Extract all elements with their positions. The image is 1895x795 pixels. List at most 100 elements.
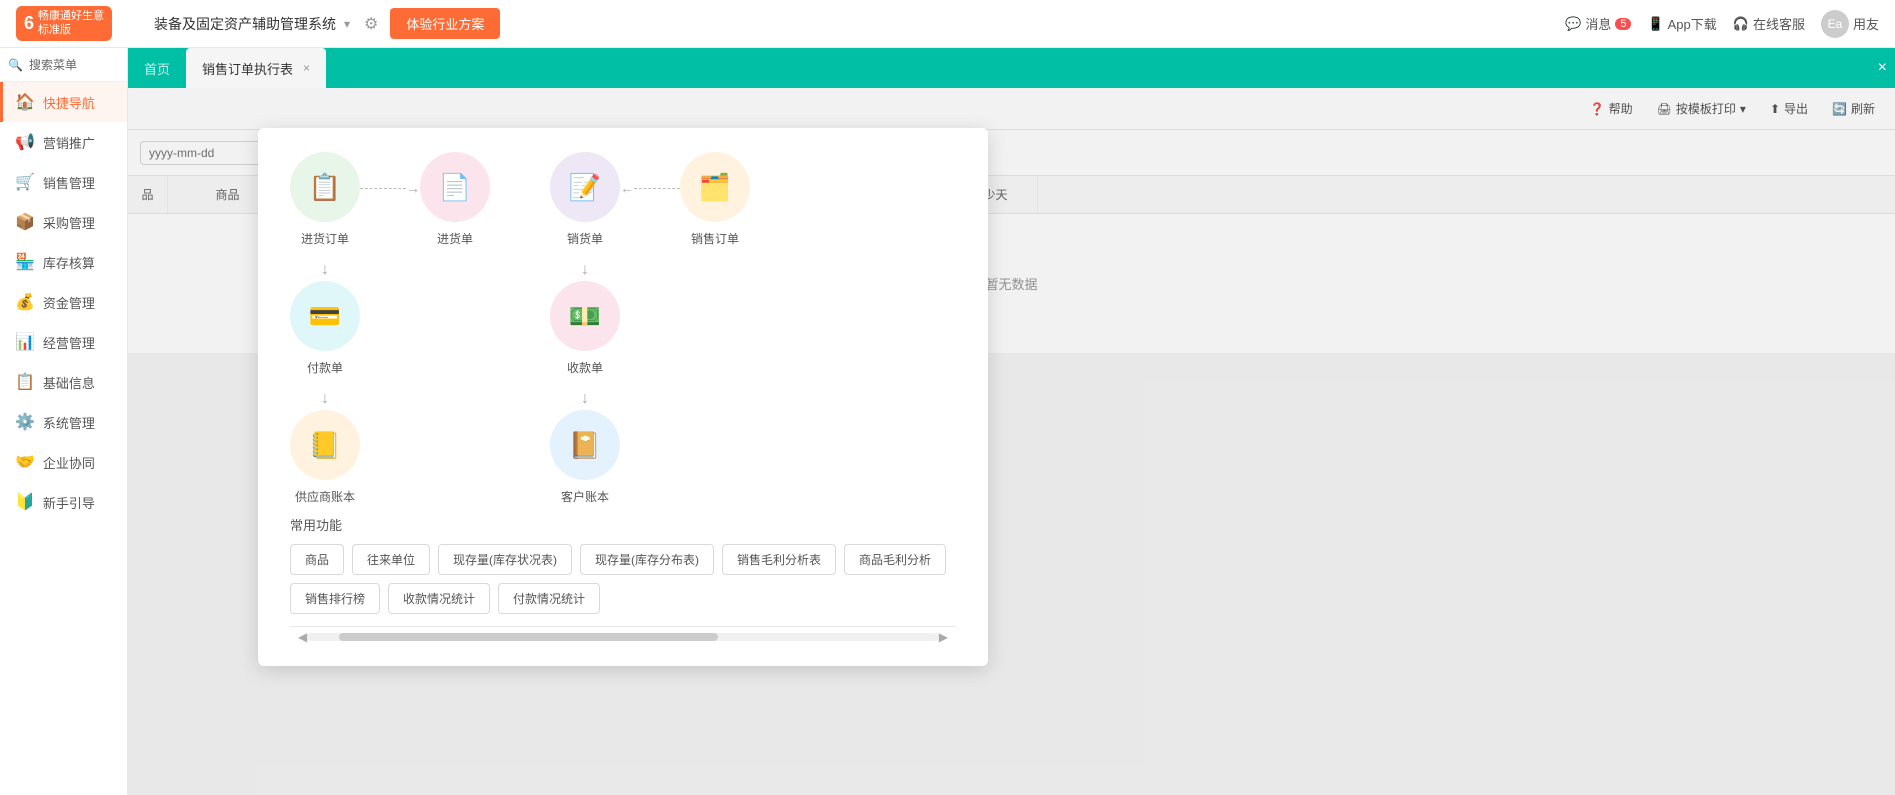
common-btn-receipt-stat[interactable]: 收款情况统计 bbox=[388, 583, 490, 614]
flow-col-4: 🗂️ 销售订单 bbox=[680, 152, 750, 383]
sidebar-item-basic[interactable]: 📋 基础信息 bbox=[0, 362, 127, 402]
flow-item-supplier-ledger[interactable]: 📒 供应商账本 bbox=[290, 410, 360, 505]
flow-item-purchase-bill[interactable]: 📄 进货单 bbox=[420, 152, 490, 247]
sidebar-item-system[interactable]: ⚙️ 系统管理 bbox=[0, 402, 127, 442]
sidebar-search[interactable]: 🔍 搜索菜单 bbox=[0, 48, 127, 82]
purchase-icon: 📦 bbox=[15, 212, 35, 232]
collab-icon: 🤝 bbox=[15, 452, 35, 472]
system-title-area: 装备及固定资产辅助管理系统 ▾ ⚙ bbox=[154, 14, 378, 34]
sidebar-item-label: 采购管理 bbox=[43, 213, 95, 232]
flow-item-customer-ledger[interactable]: 📔 客户账本 bbox=[550, 410, 620, 505]
dropdown-arrow-icon[interactable]: ▾ bbox=[344, 17, 350, 31]
h-arrow-2: ← bbox=[620, 152, 680, 196]
common-btn-product-margin[interactable]: 商品毛利分析 bbox=[844, 544, 946, 575]
sidebar-item-label: 经营管理 bbox=[43, 333, 95, 352]
tab-bar: 首页 销售订单执行表 × × bbox=[128, 48, 1895, 88]
system-name: 装备及固定资产辅助管理系统 bbox=[154, 14, 336, 34]
sidebar-item-label: 新手引导 bbox=[43, 493, 95, 512]
sidebar: 🔍 搜索菜单 🏠 快捷导航 📢 营销推广 🛒 销售管理 📦 采购管理 🏪 bbox=[0, 48, 128, 795]
common-btn-sales-rank[interactable]: 销售排行榜 bbox=[290, 583, 380, 614]
tab-close-icon[interactable]: × bbox=[303, 61, 310, 75]
sidebar-item-label: 快捷导航 bbox=[43, 93, 95, 112]
payment-label: 付款单 bbox=[307, 359, 343, 376]
search-icon: 🔍 bbox=[8, 58, 23, 72]
modal-overlay[interactable]: 📋 进货订单 ↓ 💳 bbox=[128, 88, 1895, 795]
sidebar-item-quick-nav[interactable]: 🏠 快捷导航 bbox=[0, 82, 127, 122]
scroll-right-icon[interactable]: ▶ bbox=[939, 630, 948, 644]
sidebar-item-marketing[interactable]: 📢 营销推广 bbox=[0, 122, 127, 162]
sidebar-item-newbie[interactable]: 🔰 新手引导 bbox=[0, 482, 127, 522]
common-btn-product[interactable]: 商品 bbox=[290, 544, 344, 575]
scroll-thumb bbox=[339, 633, 718, 641]
close-all-icon[interactable]: × bbox=[1878, 59, 1887, 77]
sidebar-item-collab[interactable]: 🤝 企业协同 bbox=[0, 442, 127, 482]
sidebar-item-label: 基础信息 bbox=[43, 373, 95, 392]
h-arrow-1: → bbox=[360, 152, 420, 196]
sidebar-item-label: 企业协同 bbox=[43, 453, 95, 472]
supplier-ledger-icon: 📒 bbox=[309, 430, 341, 461]
inventory-icon: 🏪 bbox=[15, 252, 35, 272]
sidebar-item-purchase[interactable]: 📦 采购管理 bbox=[0, 202, 127, 242]
sales-bill-icon: 📝 bbox=[569, 172, 601, 203]
sidebar-item-operations[interactable]: 📊 经营管理 bbox=[0, 322, 127, 362]
avatar-text: Ea bbox=[1828, 17, 1843, 31]
marketing-icon: 📢 bbox=[15, 132, 35, 152]
receipt-label: 收款单 bbox=[567, 359, 603, 376]
customer-ledger-label: 客户账本 bbox=[561, 488, 609, 505]
flow-item-payment[interactable]: 💳 付款单 bbox=[290, 281, 360, 376]
online-service-label: 在线客服 bbox=[1753, 14, 1805, 33]
user-label: 用友 bbox=[1853, 14, 1879, 33]
sidebar-item-label: 销售管理 bbox=[43, 173, 95, 192]
scroll-left-icon[interactable]: ◀ bbox=[298, 630, 307, 644]
message-action[interactable]: 💬 消息 5 bbox=[1565, 14, 1631, 33]
sidebar-item-finance[interactable]: 💰 资金管理 bbox=[0, 282, 127, 322]
sidebar-item-label: 营销推广 bbox=[43, 133, 95, 152]
flow-item-purchase-order[interactable]: 📋 进货订单 bbox=[290, 152, 360, 247]
flow-col-3: 📝 销货单 ↓ 💵 bbox=[550, 152, 620, 505]
common-btn-stock-status[interactable]: 现存量(库存状况表) bbox=[438, 544, 572, 575]
tab-sales-order[interactable]: 销售订单执行表 × bbox=[186, 48, 326, 88]
sidebar-item-sales[interactable]: 🛒 销售管理 bbox=[0, 162, 127, 202]
experience-button[interactable]: 体验行业方案 bbox=[390, 8, 500, 39]
message-label: 消息 bbox=[1585, 14, 1611, 33]
message-badge: 5 bbox=[1615, 18, 1631, 30]
sidebar-item-inventory[interactable]: 🏪 库存核算 bbox=[0, 242, 127, 282]
flow-item-sales-bill[interactable]: 📝 销货单 bbox=[550, 152, 620, 247]
arrow-down-icon-1: ↓ bbox=[321, 261, 329, 279]
system-icon: ⚙️ bbox=[15, 412, 35, 432]
common-btn-counterparty[interactable]: 往来单位 bbox=[352, 544, 430, 575]
purchase-bill-icon: 📄 bbox=[439, 172, 471, 203]
scroll-bar-area: ◀ ▶ bbox=[290, 626, 956, 646]
content-area: 首页 销售订单执行表 × × ❓ 帮助 🖨 bbox=[128, 48, 1895, 795]
purchase-order-label: 进货订单 bbox=[301, 230, 349, 247]
common-btn-sales-margin[interactable]: 销售毛利分析表 bbox=[722, 544, 836, 575]
flow-item-sales-order[interactable]: 🗂️ 销售订单 bbox=[680, 152, 750, 247]
purchase-bill-label: 进货单 bbox=[437, 230, 473, 247]
modal-box: 📋 进货订单 ↓ 💳 bbox=[258, 128, 988, 666]
user-area[interactable]: Ea 用友 bbox=[1821, 10, 1879, 38]
scroll-track[interactable] bbox=[307, 633, 939, 641]
common-buttons: 商品 往来单位 现存量(库存状况表) 现存量(库存分布表) 销售毛利分析表 商品… bbox=[290, 544, 956, 575]
tab-sales-order-label: 销售订单执行表 bbox=[202, 59, 293, 78]
online-service-action[interactable]: 🎧 在线客服 bbox=[1733, 14, 1805, 33]
flow-col-2: 📄 进货单 bbox=[420, 152, 490, 383]
settings-icon[interactable]: ⚙ bbox=[364, 14, 378, 34]
operations-icon: 📊 bbox=[15, 332, 35, 352]
purchase-order-icon: 📋 bbox=[309, 172, 341, 203]
flow-item-receipt[interactable]: 💵 收款单 bbox=[550, 281, 620, 376]
top-right-area: 💬 消息 5 📱 App下载 🎧 在线客服 Ea 用友 bbox=[1565, 10, 1879, 38]
receipt-icon: 💵 bbox=[569, 301, 601, 332]
tab-home[interactable]: 首页 bbox=[128, 48, 186, 88]
common-btn-stock-dist[interactable]: 现存量(库存分布表) bbox=[580, 544, 714, 575]
logo-brand: 畅康通好生意标准版 bbox=[38, 10, 104, 36]
search-label: 搜索菜单 bbox=[29, 56, 77, 73]
arrow-down-icon-3: ↓ bbox=[581, 261, 589, 279]
tab-home-label: 首页 bbox=[144, 59, 170, 78]
app-download-label: App下载 bbox=[1668, 14, 1717, 33]
newbie-icon: 🔰 bbox=[15, 492, 35, 512]
app-download-action[interactable]: 📱 App下载 bbox=[1647, 14, 1716, 33]
home-icon: 🏠 bbox=[15, 92, 35, 112]
finance-icon: 💰 bbox=[15, 292, 35, 312]
basic-icon: 📋 bbox=[15, 372, 35, 392]
common-btn-payment-stat[interactable]: 付款情况统计 bbox=[498, 583, 600, 614]
